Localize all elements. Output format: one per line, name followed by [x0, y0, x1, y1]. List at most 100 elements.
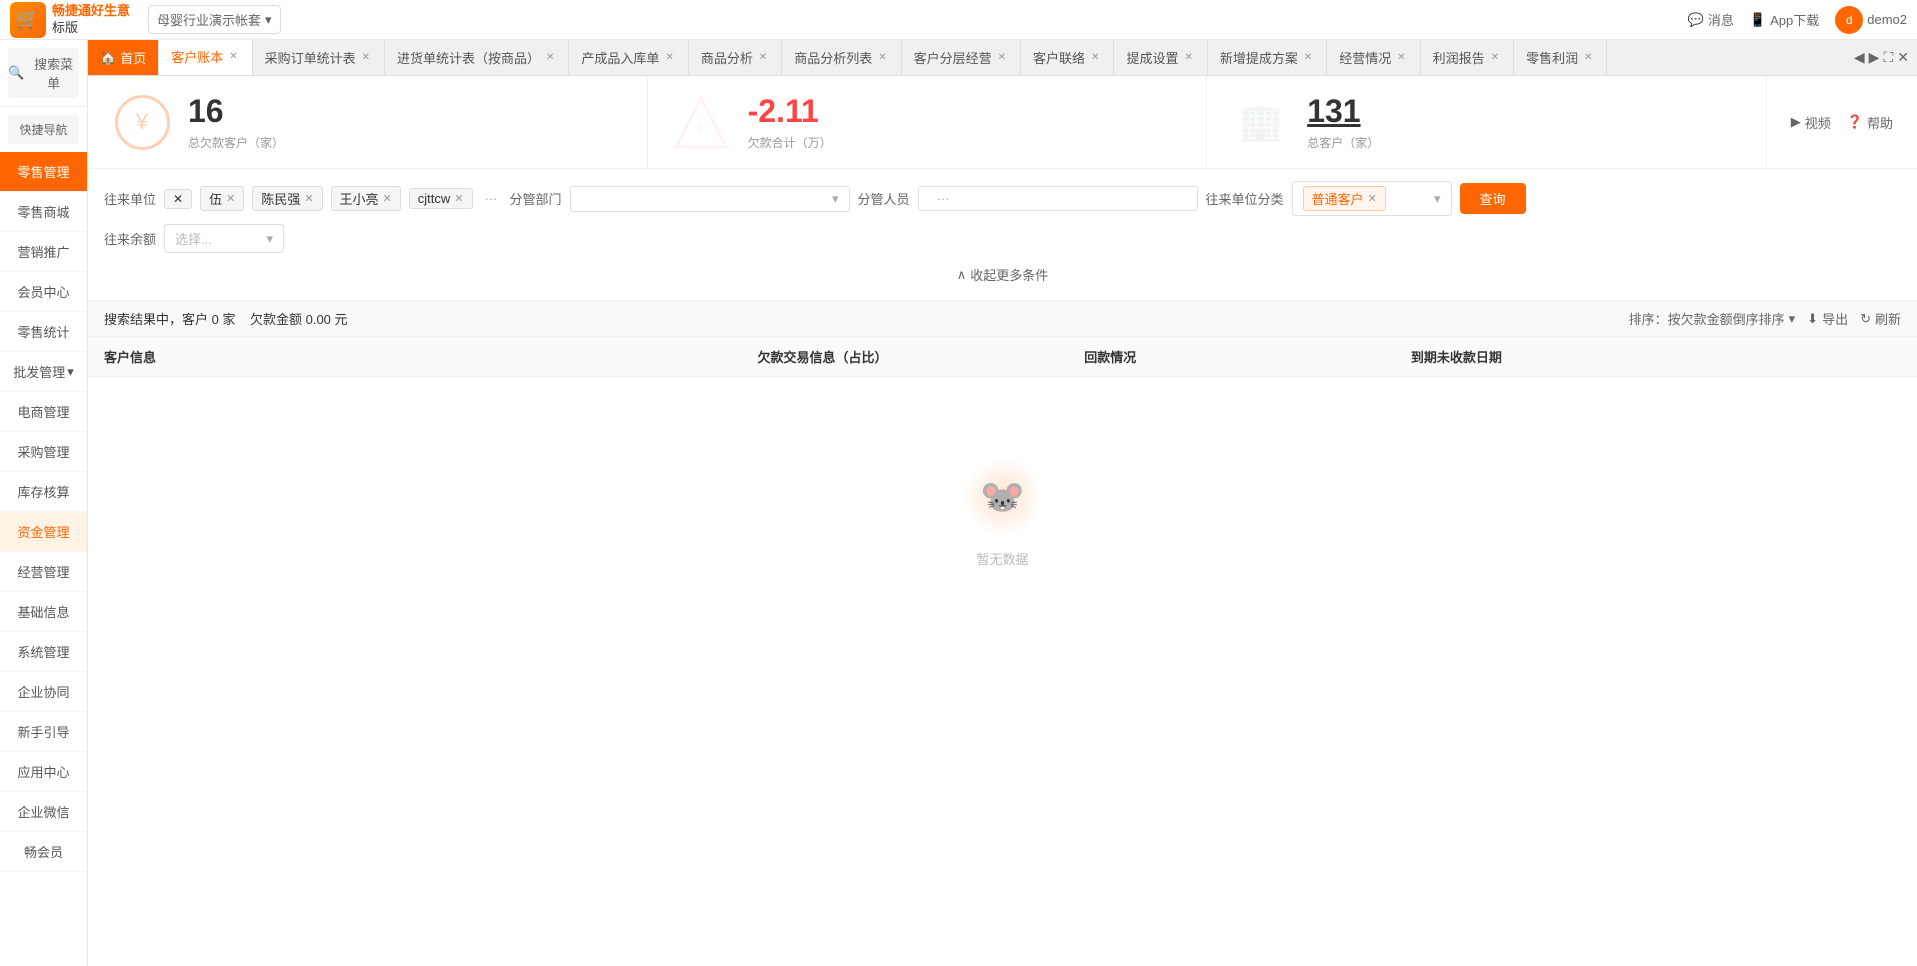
export-btn[interactable]: ⬇ 导出 — [1807, 309, 1848, 328]
unit-type-dropdown[interactable]: 普通客户 ✕ ▾ — [1292, 181, 1452, 216]
sidebar-item-ecommerce[interactable]: 电商管理 — [0, 392, 87, 432]
tab-close-icon[interactable]: ✕ — [1302, 50, 1314, 65]
message-btn[interactable]: 💬 消息 — [1688, 10, 1734, 29]
sidebar-item-system[interactable]: 系统管理 — [0, 632, 87, 672]
tab-close-icon[interactable]: ✕ — [544, 50, 556, 65]
app-icon: 📱 — [1750, 12, 1766, 28]
store-selector[interactable]: 母婴行业演示帐套 ▾ — [148, 5, 281, 34]
sidebar-item-retail-stats[interactable]: 零售统计 — [0, 312, 87, 352]
sidebar-item-label: 畅会员 — [24, 845, 63, 860]
home-icon: 🏠 — [100, 50, 116, 66]
tab-purchase-order[interactable]: 采购订单统计表 ✕ — [253, 40, 385, 76]
stat-text-1: 16 总欠款客户（家） — [188, 93, 284, 151]
result-amount: 0.00 — [306, 312, 331, 327]
search-menu-btn[interactable]: 🔍 搜索菜单 — [8, 48, 79, 98]
sidebar-item-enterprise-coop[interactable]: 企业协同 — [0, 672, 87, 712]
filter-tag-cjttcw: cjttcw ✕ — [409, 188, 473, 209]
sidebar-item-label: 企业微信 — [17, 805, 69, 820]
credit-customers-value: 16 — [188, 93, 284, 130]
tab-close-icon[interactable]: ✕ — [1089, 50, 1101, 65]
tab-prev-btn[interactable]: ◀ — [1854, 49, 1865, 66]
credit-customers-label: 总欠款客户（家） — [188, 134, 284, 151]
tab-close-icon[interactable]: ✕ — [1395, 50, 1407, 65]
chevron-down-icon: ▾ — [1434, 191, 1441, 207]
results-bar: 搜索结果中，客户 0 家 欠款金额 0.00 元 排序：按欠款金额倒序排序 ▾ … — [88, 301, 1917, 337]
tab-home[interactable]: 🏠 首页 — [88, 40, 159, 76]
tab-product-inbound[interactable]: 产成品入库单 ✕ — [569, 40, 688, 76]
balance-value: 选择... — [175, 229, 212, 248]
tag-close-icon[interactable]: ✕ — [226, 192, 235, 205]
help-label: 帮助 — [1867, 113, 1893, 132]
tab-new-promo[interactable]: 新增提成方案 ✕ — [1208, 40, 1327, 76]
help-btn[interactable]: ❓ 帮助 — [1847, 113, 1893, 132]
sidebar-item-new-guide[interactable]: 新手引导 — [0, 712, 87, 752]
tab-expand-btn[interactable]: ⛶ — [1883, 49, 1893, 66]
sidebar-item-enterprise-wechat[interactable]: 企业微信 — [0, 792, 87, 832]
sidebar-item-wholesale[interactable]: 批发管理 ▾ — [0, 352, 87, 392]
tab-profit-report[interactable]: 利润报告 ✕ — [1421, 40, 1514, 76]
tab-close-icon[interactable]: ✕ — [876, 50, 888, 65]
quick-nav-btn[interactable]: 快捷导航 — [8, 115, 79, 144]
tab-close-icon[interactable]: ✕ — [996, 50, 1008, 65]
sidebar-item-operations-mgmt[interactable]: 经营管理 — [0, 552, 87, 592]
tab-customer-book[interactable]: 客户账本 ✕ — [159, 40, 252, 76]
tab-inbound-stats[interactable]: 进货单统计表（按商品） ✕ — [385, 40, 569, 76]
sidebar-item-finance[interactable]: 资金管理 — [0, 512, 87, 552]
person-more-icon[interactable]: ··· — [933, 191, 954, 206]
refresh-btn[interactable]: ↻ 刷新 — [1860, 309, 1901, 328]
tab-close-icon[interactable]: ✕ — [1582, 50, 1594, 65]
tab-operations[interactable]: 经营情况 ✕ — [1327, 40, 1420, 76]
content-area: 🏠 首页 客户账本 ✕ 采购订单统计表 ✕ 进货单统计表（按商品） ✕ 产成品入… — [88, 40, 1917, 966]
tab-promo-settings[interactable]: 提成设置 ✕ — [1114, 40, 1207, 76]
sort-select[interactable]: 排序：按欠款金额倒序排序 ▾ — [1629, 309, 1796, 328]
tag-close-icon[interactable]: ✕ — [1368, 192, 1377, 205]
sidebar-item-label: 应用中心 — [17, 765, 69, 780]
sidebar-item-app-center[interactable]: 应用中心 — [0, 752, 87, 792]
total-customers-icon: 🏢 — [1231, 92, 1291, 152]
tag-close-icon[interactable]: ✕ — [304, 192, 313, 205]
tab-close-icon[interactable]: ✕ — [757, 50, 769, 65]
sidebar-item-member-center[interactable]: 会员中心 — [0, 272, 87, 312]
tab-close-all-btn[interactable]: ✕ — [1897, 49, 1909, 66]
tab-label: 零售利润 — [1526, 48, 1578, 67]
tab-close-icon[interactable]: ✕ — [1182, 50, 1194, 65]
collapse-filters-btn[interactable]: ∧ 收起更多条件 — [104, 261, 1901, 288]
sidebar-item-inventory[interactable]: 库存核算 — [0, 472, 87, 512]
results-actions: 排序：按欠款金额倒序排序 ▾ ⬇ 导出 ↻ 刷新 — [1629, 309, 1901, 328]
tag-close-icon[interactable]: ✕ — [383, 192, 392, 205]
tab-close-icon[interactable]: ✕ — [360, 50, 372, 65]
tab-label: 经营情况 — [1339, 48, 1391, 67]
tab-customer-contact[interactable]: 客户联络 ✕ — [1021, 40, 1114, 76]
dept-dropdown[interactable]: ▾ — [570, 186, 850, 212]
sidebar-item-basic-info[interactable]: 基础信息 — [0, 592, 87, 632]
tag-close-icon[interactable]: ✕ — [454, 192, 463, 205]
sidebar-item-retail-store[interactable]: 零售商城 — [0, 192, 87, 232]
query-button[interactable]: 查询 — [1460, 183, 1526, 214]
collapse-label: 收起更多条件 — [970, 265, 1048, 284]
sidebar-item-label: 基础信息 — [17, 605, 69, 620]
app-download-btn[interactable]: 📱 App下载 — [1750, 10, 1819, 29]
more-tags-btn[interactable]: ··· — [481, 191, 502, 206]
sidebar-item-retail-mgmt[interactable]: 零售管理 — [0, 152, 87, 192]
balance-dropdown[interactable]: 选择... ▾ — [164, 224, 284, 253]
sidebar-item-marketing[interactable]: 营销推广 — [0, 232, 87, 272]
sidebar-item-label: 系统管理 — [17, 645, 69, 660]
tab-close-icon[interactable]: ✕ — [1489, 50, 1501, 65]
tab-product-analysis-list[interactable]: 商品分析列表 ✕ — [782, 40, 901, 76]
tab-product-analysis[interactable]: 商品分析 ✕ — [689, 40, 782, 76]
tab-close-icon[interactable]: ✕ — [227, 49, 239, 64]
tabbar-controls: ◀ ▶ ⛶ ✕ — [1846, 49, 1917, 66]
export-label: 导出 — [1822, 309, 1848, 328]
person-dropdown[interactable]: ··· — [918, 186, 1198, 211]
tab-customer-mgmt[interactable]: 客户分层经营 ✕ — [902, 40, 1021, 76]
tab-close-icon[interactable]: ✕ — [663, 50, 675, 65]
user-info[interactable]: d demo2 — [1835, 6, 1907, 34]
balance-filter-label: 往来余额 — [104, 229, 156, 248]
tab-retail-profit[interactable]: 零售利润 ✕ — [1514, 40, 1607, 76]
tab-next-btn[interactable]: ▶ — [1869, 49, 1880, 66]
sidebar-item-purchase[interactable]: 采购管理 — [0, 432, 87, 472]
stat-text-2: -2.11 欠款合计（万） — [748, 93, 832, 151]
sidebar-item-member[interactable]: 畅会员 — [0, 832, 87, 872]
empty-state: 🐭 暂无数据 — [88, 377, 1917, 648]
video-btn[interactable]: ▶ 视频 — [1791, 113, 1831, 132]
